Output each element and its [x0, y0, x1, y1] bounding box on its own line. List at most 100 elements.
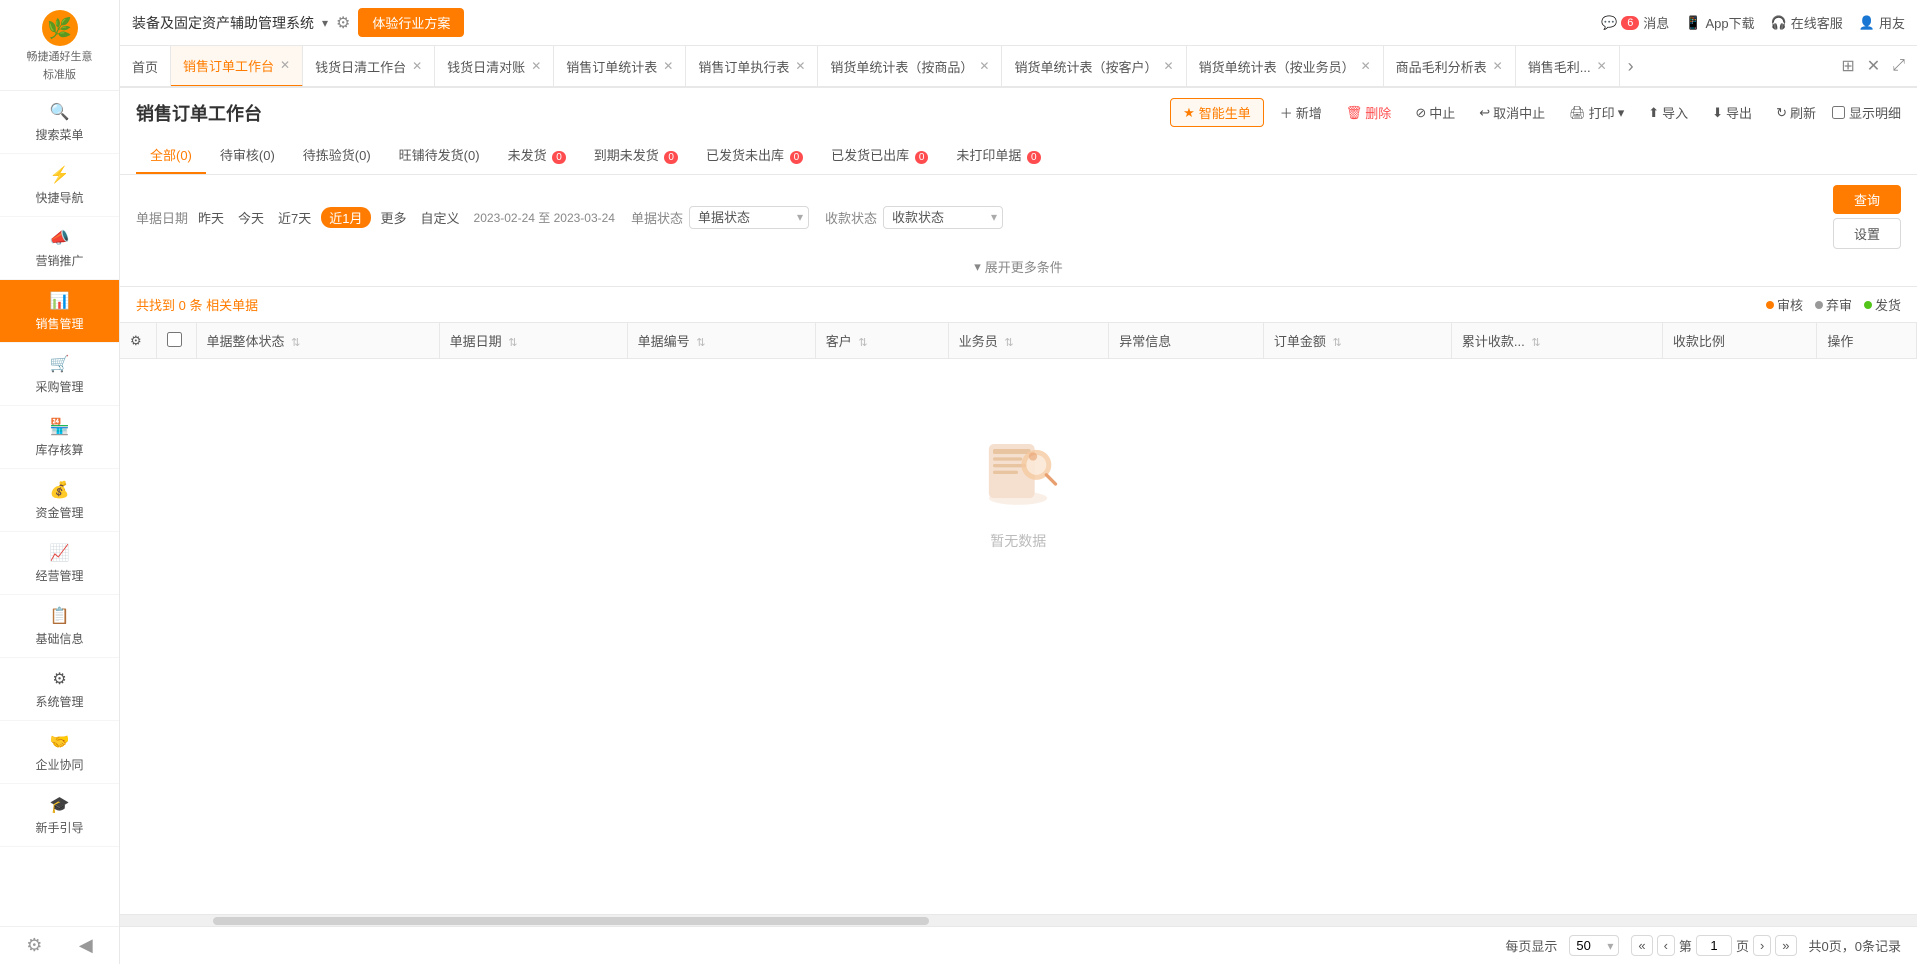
date-sort-icon[interactable]: ⇅	[508, 337, 517, 349]
subtab-overdue[interactable]: 到期未发货 0	[580, 137, 692, 174]
cancel-stop-btn[interactable]: ↩ 取消中止	[1471, 99, 1553, 126]
subtab-shipped-out[interactable]: 已发货已出库 0	[817, 137, 942, 174]
settings-btn[interactable]: 设置	[1833, 218, 1901, 249]
review-action-btn[interactable]: 审核	[1766, 295, 1803, 314]
tab-sales-more-close[interactable]: ✕	[1597, 59, 1607, 73]
topbar-gear-icon[interactable]: ⚙	[336, 13, 350, 33]
select-all-checkbox[interactable]	[167, 332, 182, 347]
subtab-pending-check[interactable]: 待拣验货(0)	[289, 137, 385, 174]
sidebar-item-finance[interactable]: 💰 资金管理	[0, 469, 119, 532]
sidebar-item-enterprise[interactable]: 🤝 企业协同	[0, 721, 119, 784]
sidebar-item-baseinfo[interactable]: 📋 基础信息	[0, 595, 119, 658]
sidebar-item-quicknav[interactable]: ⚡ 快捷导航	[0, 154, 119, 217]
subtab-not-shipped[interactable]: 未发货 0	[494, 137, 580, 174]
status-sort-icon[interactable]: ⇅	[291, 337, 300, 349]
pagination-next-btn[interactable]: ›	[1753, 935, 1771, 956]
amount-sort-icon[interactable]: ⇅	[1332, 337, 1341, 349]
date-filter-7days[interactable]: 近7天	[274, 206, 315, 229]
tabbar-fullscreen-icon[interactable]: ⤢	[1888, 55, 1909, 77]
subtab-not-shipped-badge: 0	[552, 151, 566, 164]
tab-sales-workbench-close[interactable]: ✕	[280, 58, 290, 72]
date-filter-more[interactable]: 更多	[377, 206, 411, 229]
tab-sold-customer[interactable]: 销货单统计表（按客户） ✕	[1002, 46, 1186, 87]
page-size-select[interactable]: 10 20 50 100	[1569, 935, 1619, 956]
tabbar-more-btn[interactable]: ›	[1620, 46, 1642, 87]
config-icon[interactable]: ⚙	[130, 333, 142, 348]
service-icon: 🎧	[1771, 15, 1787, 31]
tab-cash-daily[interactable]: 钱货日清工作台 ✕	[303, 46, 435, 87]
tab-sold-customer-close[interactable]: ✕	[1164, 59, 1174, 73]
topbar-dropdown-btn[interactable]: ▾	[322, 16, 328, 30]
sidebar-item-operations[interactable]: 📈 经营管理	[0, 532, 119, 595]
tab-gross-margin-close[interactable]: ✕	[1493, 59, 1503, 73]
import-btn[interactable]: ⬆ 导入	[1640, 99, 1696, 126]
horizontal-scrollbar[interactable]	[120, 914, 1917, 926]
date-filter-yesterday[interactable]: 昨天	[194, 206, 228, 229]
pagination-first-btn[interactable]: «	[1631, 935, 1652, 956]
date-filter-custom[interactable]: 自定义	[417, 206, 464, 229]
settings-icon[interactable]: ⚙	[26, 935, 42, 956]
customer-sort-icon[interactable]: ⇅	[858, 337, 867, 349]
status-select[interactable]: 单据状态	[689, 206, 809, 229]
delete-btn[interactable]: 🗑 删除	[1338, 99, 1400, 126]
number-sort-icon[interactable]: ⇅	[696, 337, 705, 349]
tab-sales-stat[interactable]: 销售订单统计表 ✕	[554, 46, 686, 87]
sidebar-item-inventory[interactable]: 🏪 库存核算	[0, 406, 119, 469]
ship-action-btn[interactable]: 发货	[1864, 295, 1901, 314]
refresh-btn[interactable]: ↻ 刷新	[1768, 99, 1824, 126]
tab-sold-staff-close[interactable]: ✕	[1361, 59, 1371, 73]
print-btn[interactable]: 🖨 打印 ▾	[1561, 99, 1632, 126]
sidebar-item-marketing[interactable]: 📣 营销推广	[0, 217, 119, 280]
sidebar-item-search[interactable]: 🔍 搜索菜单	[0, 91, 119, 154]
tab-gross-margin[interactable]: 商品毛利分析表 ✕	[1384, 46, 1516, 87]
subtab-shipped-not-warehouse[interactable]: 已发货未出库 0	[692, 137, 817, 174]
tabbar-close-icon[interactable]: ✕	[1863, 54, 1884, 78]
pagination-last-btn[interactable]: »	[1775, 935, 1796, 956]
subtab-not-printed[interactable]: 未打印单据 0	[942, 137, 1054, 174]
sidebar-item-purchase[interactable]: 🛒 采购管理	[0, 343, 119, 406]
collected-sort-icon[interactable]: ⇅	[1531, 337, 1540, 349]
sidebar-item-system[interactable]: ⚙ 系统管理	[0, 658, 119, 721]
tab-home[interactable]: 首页	[120, 46, 171, 87]
tab-cash-reconcile-close[interactable]: ✕	[531, 59, 541, 73]
show-detail-check[interactable]: 显示明细	[1832, 103, 1901, 122]
sidebar-item-guide[interactable]: 🎓 新手引导	[0, 784, 119, 847]
smart-bill-btn[interactable]: ★ 智能生单	[1170, 98, 1264, 127]
collapse-icon[interactable]: ◀	[79, 935, 93, 956]
date-filter-today[interactable]: 今天	[234, 206, 268, 229]
expand-conditions-btn[interactable]: ▾ 展开更多条件	[974, 257, 1063, 276]
trial-btn[interactable]: 体验行业方案	[358, 8, 464, 37]
tab-sales-more[interactable]: 销售毛利... ✕	[1516, 46, 1620, 87]
tabbar-expand-icon[interactable]: ⊞	[1837, 54, 1858, 78]
show-detail-checkbox[interactable]	[1832, 106, 1845, 119]
tab-sales-exec[interactable]: 销售订单执行表 ✕	[686, 46, 818, 87]
export-btn[interactable]: ⬇ 导出	[1704, 99, 1760, 126]
query-btn[interactable]: 查询	[1833, 185, 1901, 214]
message-btn[interactable]: 💬 6 消息	[1601, 13, 1669, 32]
scroll-thumb[interactable]	[213, 917, 929, 925]
date-filter-1month[interactable]: 近1月	[321, 207, 370, 228]
subtab-wangpu[interactable]: 旺铺待发货(0)	[385, 137, 494, 174]
sidebar-item-sales[interactable]: 📊 销售管理	[0, 280, 119, 343]
staff-sort-icon[interactable]: ⇅	[1004, 337, 1013, 349]
pagination-page-input[interactable]	[1696, 935, 1732, 956]
tab-cash-reconcile[interactable]: 钱货日清对账 ✕	[435, 46, 554, 87]
tab-sales-exec-close[interactable]: ✕	[795, 59, 805, 73]
tab-sold-goods[interactable]: 销货单统计表（按商品） ✕	[818, 46, 1002, 87]
user-menu-btn[interactable]: 👤 用友	[1859, 13, 1905, 32]
pagination-prev-btn[interactable]: ‹	[1657, 935, 1675, 956]
payment-select[interactable]: 收款状态	[883, 206, 1003, 229]
online-service-btn[interactable]: 🎧 在线客服	[1771, 13, 1843, 32]
tab-cash-daily-close[interactable]: ✕	[412, 59, 422, 73]
page-size-label: 每页显示	[1505, 936, 1557, 955]
tab-sales-stat-close[interactable]: ✕	[663, 59, 673, 73]
app-download-btn[interactable]: 📱 App下载	[1685, 13, 1754, 32]
tab-sold-staff[interactable]: 销货单统计表（按业务员） ✕	[1187, 46, 1384, 87]
tab-sold-goods-close[interactable]: ✕	[979, 59, 989, 73]
add-btn[interactable]: ＋ 新增	[1272, 99, 1330, 126]
stop-btn[interactable]: ⊘ 中止	[1407, 99, 1463, 126]
cancel-review-action-btn[interactable]: 弃审	[1815, 295, 1852, 314]
tab-sales-workbench[interactable]: 销售订单工作台 ✕	[171, 46, 303, 87]
subtab-all[interactable]: 全部(0)	[136, 137, 206, 174]
subtab-pending-review[interactable]: 待审核(0)	[206, 137, 289, 174]
